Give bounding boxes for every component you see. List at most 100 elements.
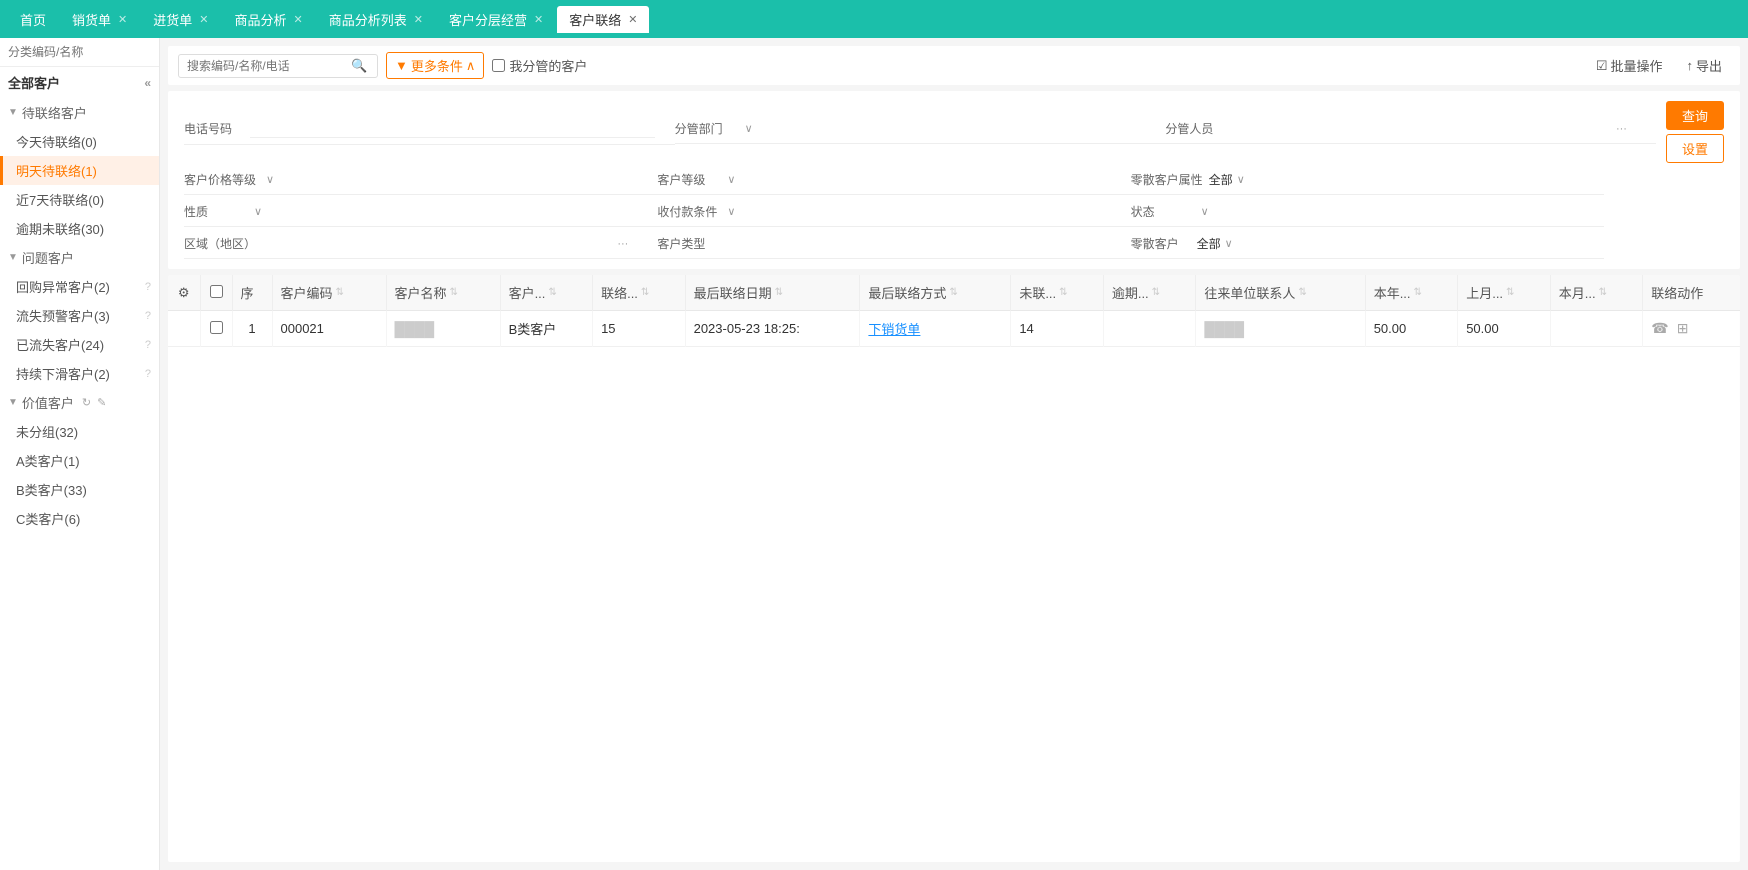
th-check[interactable] [200,275,232,311]
nav-home[interactable]: 首页 [8,6,58,33]
nav-tab-5[interactable]: 客户联络 ✕ [557,6,649,33]
sidebar-today-pending[interactable]: 今天待联络(0) [0,127,159,156]
th-gear[interactable]: ⚙ [168,275,200,311]
td-last-method[interactable]: 下销货单 [860,311,1011,347]
filter-payment: 收付款条件 ∨ [657,203,1130,227]
nav-tab-0[interactable]: 销货单 ✕ [60,6,139,33]
help-icon-2[interactable]: ? [145,310,151,322]
my-customers-checkbox[interactable] [492,59,505,72]
top-nav: 首页 销货单 ✕ 进货单 ✕ 商品分析 ✕ 商品分析列表 ✕ 客户分层经营 ✕ … [0,0,1748,38]
customer-level-select[interactable]: ∨ [723,173,1110,186]
th-this-year[interactable]: 本年... ⇅ [1365,275,1458,311]
status-chevron: ∨ [1201,205,1209,218]
phone-action-icon[interactable]: ☎ [1651,320,1668,337]
retail-customer-select[interactable]: 全部 ∨ [1197,235,1584,252]
select-all-checkbox[interactable] [210,285,223,298]
th-related[interactable]: 往来单位联系人 ⇅ [1196,275,1365,311]
close-tab-2[interactable]: ✕ [294,13,303,26]
pending-arrow: ▼ [8,107,18,118]
sidebar-repurchase-abnormal[interactable]: 回购异常客户(2) ? [0,272,159,301]
query-button[interactable]: 查询 [1666,101,1724,130]
sidebar-class-b[interactable]: B类客户(33) [0,475,159,504]
filter-customer-level: 客户等级 ∨ [657,171,1130,195]
settings-gear-icon[interactable]: ⚙ [178,285,190,300]
sidebar-all-customers[interactable]: 全部客户 « [0,67,159,98]
sidebar-ungrouped[interactable]: 未分组(32) [0,417,159,446]
customer-level-chevron: ∨ [727,173,735,186]
sidebar-declining-customers[interactable]: 持续下滑客户(2) ? [0,359,159,388]
sidebar-section-problem[interactable]: ▼ 问题客户 [0,243,159,272]
th-name[interactable]: 客户名称 ⇅ [386,275,500,311]
manager-more-btn[interactable]: ··· [1616,123,1636,135]
export-button[interactable]: ↑ 导出 [1678,53,1730,78]
th-uncontacted[interactable]: 未联... ⇅ [1011,275,1104,311]
sort-code: ⇅ [336,287,344,298]
qr-action-icon[interactable]: ⊞ [1677,320,1689,337]
retail-attr-select[interactable]: 全部 ∨ [1209,171,1584,188]
sidebar-class-a[interactable]: A类客户(1) [0,446,159,475]
close-tab-3[interactable]: ✕ [414,13,423,26]
dept-select[interactable]: ∨ [741,122,1146,135]
filter-row-4: 区域（地区） ··· 客户类型 零散客户 全部 ∨ [184,235,1724,259]
close-tab-0[interactable]: ✕ [118,13,127,26]
row-checkbox[interactable] [210,321,223,334]
sort-contact: ⇅ [641,287,649,298]
sidebar-7days-pending[interactable]: 近7天待联络(0) [0,185,159,214]
dept-chevron: ∨ [745,122,753,135]
last-method-link[interactable]: 下销货单 [868,322,920,337]
value-edit-icon[interactable]: ✎ [97,396,106,409]
sort-this-month: ⇅ [1599,287,1607,298]
close-tab-4[interactable]: ✕ [534,13,543,26]
th-category[interactable]: 客户... ⇅ [500,275,593,311]
batch-operation-button[interactable]: ☑ 批量操作 [1588,53,1671,78]
nav-tab-1[interactable]: 进货单 ✕ [141,6,220,33]
table-scroll[interactable]: ⚙ 序 客户编码 ⇅ [168,275,1740,862]
close-tab-1[interactable]: ✕ [199,13,208,26]
search-input[interactable] [187,59,347,73]
sidebar-lost-customers[interactable]: 已流失客户(24) ? [0,330,159,359]
sidebar-tomorrow-pending[interactable]: 明天待联络(1) [0,156,159,185]
td-check[interactable] [200,311,232,347]
search-icon[interactable]: 🔍 [351,58,367,74]
value-refresh-icon[interactable]: ↻ [82,396,91,409]
sidebar-churn-warning[interactable]: 流失预警客户(3) ? [0,301,159,330]
th-last-method[interactable]: 最后联络方式 ⇅ [860,275,1011,311]
phone-input[interactable] [250,119,655,138]
sidebar-class-c[interactable]: C类客户(6) [0,504,159,533]
main-layout: 🔍 全部客户 « ▼ 待联络客户 今天待联络(0) 明天待联络(1) 近7天待联… [0,38,1748,870]
sidebar-section-value[interactable]: ▼ 价值客户 ↻ ✎ [0,388,159,417]
sidebar-overdue-pending[interactable]: 逾期未联络(30) [0,214,159,243]
th-last-month[interactable]: 上月... ⇅ [1458,275,1551,311]
sort-last-date: ⇅ [775,287,783,298]
more-conditions-button[interactable]: ▼ 更多条件 ∧ [386,52,484,79]
sidebar-section-pending[interactable]: ▼ 待联络客户 [0,98,159,127]
th-last-date[interactable]: 最后联络日期 ⇅ [685,275,860,311]
value-arrow: ▼ [8,397,18,408]
th-contact[interactable]: 联络... ⇅ [593,275,686,311]
price-level-select[interactable]: ∨ [262,173,637,186]
settings-button[interactable]: 设置 [1666,134,1724,163]
nav-tab-2[interactable]: 商品分析 ✕ [222,6,314,33]
td-overdue [1103,311,1196,347]
nav-tab-4[interactable]: 客户分层经营 ✕ [437,6,555,33]
th-code[interactable]: 客户编码 ⇅ [272,275,386,311]
filter-region: 区域（地区） ··· [184,235,657,259]
filter-row-1: 电话号码 分管部门 ∨ 分管人员 ··· [184,101,1724,163]
th-this-month[interactable]: 本月... ⇅ [1550,275,1643,311]
close-tab-5[interactable]: ✕ [628,13,637,26]
gender-select[interactable]: ∨ [250,205,637,218]
payment-select[interactable]: ∨ [723,205,1110,218]
status-select[interactable]: ∨ [1197,205,1584,218]
help-icon-4[interactable]: ? [145,368,151,380]
toolbar-search-container: 🔍 [178,54,378,78]
my-customers-checkbox-label[interactable]: 我分管的客户 [492,56,587,75]
help-icon-1[interactable]: ? [145,281,151,293]
help-icon-3[interactable]: ? [145,339,151,351]
th-no: 序 [232,275,272,311]
region-more-btn[interactable]: ··· [617,238,637,250]
th-overdue[interactable]: 逾期... ⇅ [1103,275,1196,311]
price-chevron: ∨ [266,173,274,186]
content-area: 🔍 ▼ 更多条件 ∧ 我分管的客户 ☑ 批量操作 ↑ 导出 [160,38,1748,870]
nav-tab-3[interactable]: 商品分析列表 ✕ [317,6,435,33]
sidebar-search-input[interactable] [8,45,160,59]
